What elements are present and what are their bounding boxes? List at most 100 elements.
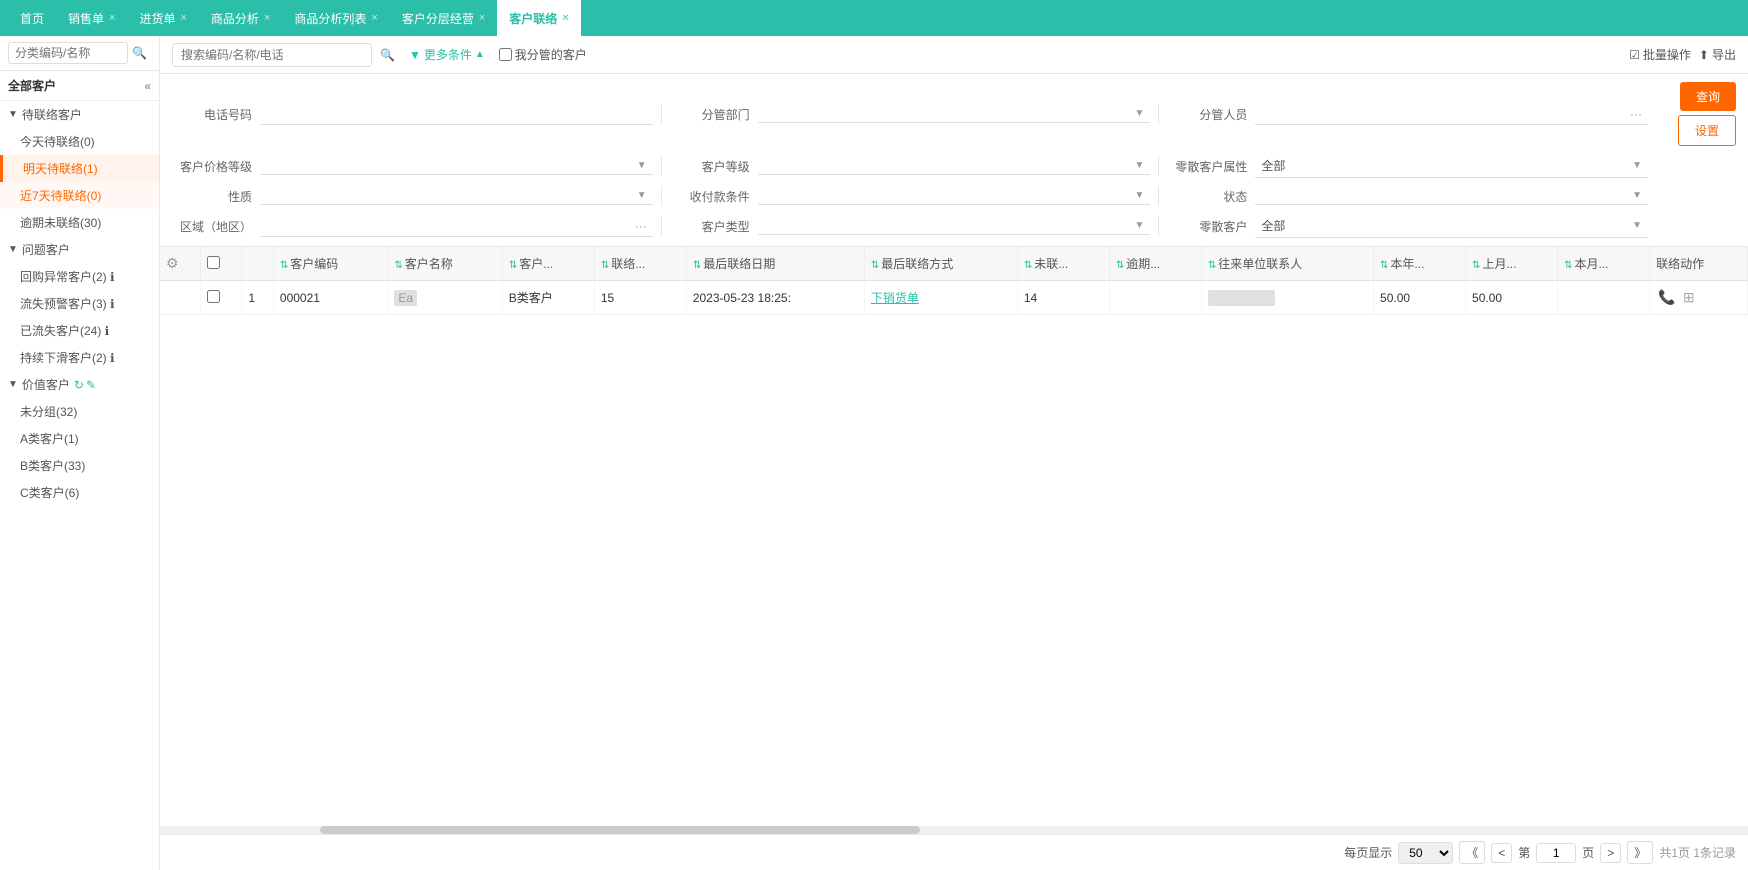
nav-goods-list-close[interactable]: × bbox=[371, 12, 377, 24]
chevron-down-icon: ▼ bbox=[1134, 108, 1144, 119]
cell-last-method[interactable]: 下销货单 bbox=[864, 281, 1017, 315]
value-edit-icon[interactable]: ✎ bbox=[86, 378, 96, 392]
sidebar-item-class-c[interactable]: C类客户(6) bbox=[0, 479, 159, 506]
chevron-down-icon6: ▼ bbox=[1134, 190, 1144, 201]
horizontal-scrollbar[interactable] bbox=[160, 826, 1748, 834]
col-contacts[interactable]: ⇅往来单位联系人 bbox=[1201, 247, 1373, 281]
status-select[interactable]: ▼ bbox=[1255, 187, 1648, 205]
filter-customer-type: 客户类型 ▼ bbox=[670, 217, 1151, 235]
page-label: 第 bbox=[1518, 844, 1530, 861]
scatter-attr-select[interactable]: 全部 ▼ bbox=[1255, 154, 1648, 178]
select-all-checkbox[interactable] bbox=[207, 256, 220, 269]
query-btn[interactable]: 查询 bbox=[1680, 82, 1736, 111]
phone-icon[interactable]: 📞 bbox=[1658, 289, 1675, 305]
settings-btn[interactable]: 设置 bbox=[1678, 115, 1736, 146]
sidebar-item-tomorrow[interactable]: 明天待联络(1) bbox=[0, 155, 159, 182]
main-layout: 🔍 全部客户 « ▼ 待联络客户 今天待联络(0) 明天待联络(1) 近7天待联… bbox=[0, 36, 1748, 870]
toolbar-right: ☑ 批量操作 ⬆ 导出 bbox=[1629, 46, 1736, 63]
batch-op-btn[interactable]: ☑ 批量操作 bbox=[1629, 46, 1691, 63]
price-level-select[interactable]: ▼ bbox=[260, 157, 653, 175]
col-last-month[interactable]: ⇅上月... bbox=[1466, 247, 1558, 281]
chevron-down-icon8: ▼ bbox=[1134, 220, 1144, 231]
adv-filter-row-1: 电话号码 分管部门 ▼ 分管人员 ··· 查询 bbox=[172, 82, 1736, 146]
my-customers-checkbox[interactable] bbox=[499, 48, 512, 61]
col-type[interactable]: ⇅客户... bbox=[502, 247, 594, 281]
row-checkbox[interactable] bbox=[207, 290, 220, 303]
region-dots[interactable]: ··· bbox=[260, 216, 653, 237]
col-last-method[interactable]: ⇅最后联络方式 bbox=[864, 247, 1017, 281]
nav-customer-ops[interactable]: 客户分层经营 × bbox=[390, 0, 497, 36]
search-icon[interactable]: 🔍 bbox=[380, 48, 395, 62]
next-page-btn[interactable]: > bbox=[1600, 843, 1621, 863]
col-name[interactable]: ⇅客户名称 bbox=[388, 247, 502, 281]
phone-input[interactable] bbox=[260, 104, 653, 125]
nav-goods-analysis[interactable]: 商品分析 × bbox=[199, 0, 282, 36]
scrollbar-thumb[interactable] bbox=[320, 826, 920, 834]
search-input[interactable] bbox=[172, 43, 372, 67]
cell-checkbox[interactable] bbox=[200, 281, 242, 315]
col-uncontacted[interactable]: ⇅未联... bbox=[1017, 247, 1109, 281]
filter-status: 状态 ▼ bbox=[1167, 187, 1648, 205]
col-year[interactable]: ⇅本年... bbox=[1374, 247, 1466, 281]
nav-sales[interactable]: 销售单 × bbox=[56, 0, 127, 36]
nav-goods-analysis-close[interactable]: × bbox=[264, 12, 270, 24]
nav-goods-analysis-list[interactable]: 商品分析列表 × bbox=[282, 0, 389, 36]
cell-overdue bbox=[1109, 281, 1201, 315]
page-input[interactable] bbox=[1536, 843, 1576, 863]
sidebar-item-abnormal[interactable]: 回购异常客户(2) ℹ bbox=[0, 263, 159, 290]
dept-select[interactable]: ▼ bbox=[758, 105, 1151, 123]
col-code[interactable]: ⇅客户编码 bbox=[273, 247, 387, 281]
nature-select[interactable]: ▼ bbox=[260, 187, 653, 205]
col-this-month[interactable]: ⇅本月... bbox=[1558, 247, 1650, 281]
grid-icon[interactable]: ⊞ bbox=[1683, 289, 1695, 305]
nav-purchase-close[interactable]: × bbox=[180, 12, 186, 24]
cell-action: 📞 ⊞ bbox=[1650, 281, 1748, 315]
gear-icon[interactable]: ⚙ bbox=[166, 255, 179, 271]
sidebar-collapse-icon[interactable]: « bbox=[144, 79, 151, 93]
col-gear[interactable]: ⚙ bbox=[160, 247, 200, 281]
payment-select[interactable]: ▼ bbox=[758, 187, 1151, 205]
nav-purchase[interactable]: 进货单 × bbox=[127, 0, 198, 36]
nav-customer-contact[interactable]: 客户联络 × bbox=[497, 0, 580, 36]
scatter-customer-select[interactable]: 全部 ▼ bbox=[1255, 214, 1648, 238]
sidebar-item-7days[interactable]: 近7天待联络(0) bbox=[0, 182, 159, 209]
nav-sales-close[interactable]: × bbox=[109, 12, 115, 24]
nav-home[interactable]: 首页 bbox=[8, 0, 56, 36]
export-btn[interactable]: ⬆ 导出 bbox=[1699, 46, 1736, 63]
customer-level-select[interactable]: ▼ bbox=[758, 157, 1151, 175]
col-last-date[interactable]: ⇅最后联络日期 bbox=[686, 247, 864, 281]
sidebar-item-overdue[interactable]: 逾期未联络(30) bbox=[0, 209, 159, 236]
chevron-down-icon9: ▼ bbox=[1632, 220, 1642, 231]
sidebar: 🔍 全部客户 « ▼ 待联络客户 今天待联络(0) 明天待联络(1) 近7天待联… bbox=[0, 36, 160, 870]
cell-num: 1 bbox=[242, 281, 274, 315]
nav-customer-contact-close[interactable]: × bbox=[562, 12, 568, 24]
more-conditions-btn[interactable]: ▼ 更多条件 ▲ bbox=[403, 42, 491, 67]
sidebar-search-icon[interactable]: 🔍 bbox=[132, 46, 147, 60]
last-method-link[interactable]: 下销货单 bbox=[871, 291, 919, 305]
value-refresh-icon[interactable]: ↻ bbox=[74, 378, 84, 392]
last-page-btn[interactable]: 》 bbox=[1627, 841, 1653, 864]
sidebar-all-customers[interactable]: 全部客户 « bbox=[0, 71, 159, 101]
sidebar-item-today[interactable]: 今天待联络(0) bbox=[0, 128, 159, 155]
sidebar-item-class-b[interactable]: B类客户(33) bbox=[0, 452, 159, 479]
first-page-btn[interactable]: 《 bbox=[1459, 841, 1485, 864]
sort-icon11: ⇅ bbox=[1472, 260, 1480, 271]
top-nav: 首页 销售单 × 进货单 × 商品分析 × 商品分析列表 × 客户分层经营 × … bbox=[0, 0, 1748, 36]
sidebar-search-input[interactable] bbox=[8, 42, 128, 64]
sidebar-item-ungrouped[interactable]: 未分组(32) bbox=[0, 398, 159, 425]
total-info: 共1页 1条记录 bbox=[1659, 844, 1736, 861]
sidebar-item-class-a[interactable]: A类客户(1) bbox=[0, 425, 159, 452]
col-overdue[interactable]: ⇅逾期... bbox=[1109, 247, 1201, 281]
col-contact[interactable]: ⇅联络... bbox=[594, 247, 686, 281]
sidebar-item-churn-warn[interactable]: 流失预警客户(3) ℹ bbox=[0, 290, 159, 317]
sidebar-item-declining[interactable]: 持续下滑客户(2) ℹ bbox=[0, 344, 159, 371]
nav-customer-ops-close[interactable]: × bbox=[479, 12, 485, 24]
manager-dots[interactable]: ··· bbox=[1255, 104, 1648, 125]
per-page-select[interactable]: 50 100 200 bbox=[1398, 842, 1453, 864]
export-icon: ⬆ bbox=[1699, 48, 1709, 62]
customer-type-select[interactable]: ▼ bbox=[758, 217, 1151, 235]
my-customers-checkbox-label[interactable]: 我分管的客户 bbox=[499, 46, 587, 63]
prev-page-btn[interactable]: < bbox=[1491, 843, 1512, 863]
sidebar-item-churned[interactable]: 已流失客户(24) ℹ bbox=[0, 317, 159, 344]
col-checkbox[interactable] bbox=[200, 247, 242, 281]
